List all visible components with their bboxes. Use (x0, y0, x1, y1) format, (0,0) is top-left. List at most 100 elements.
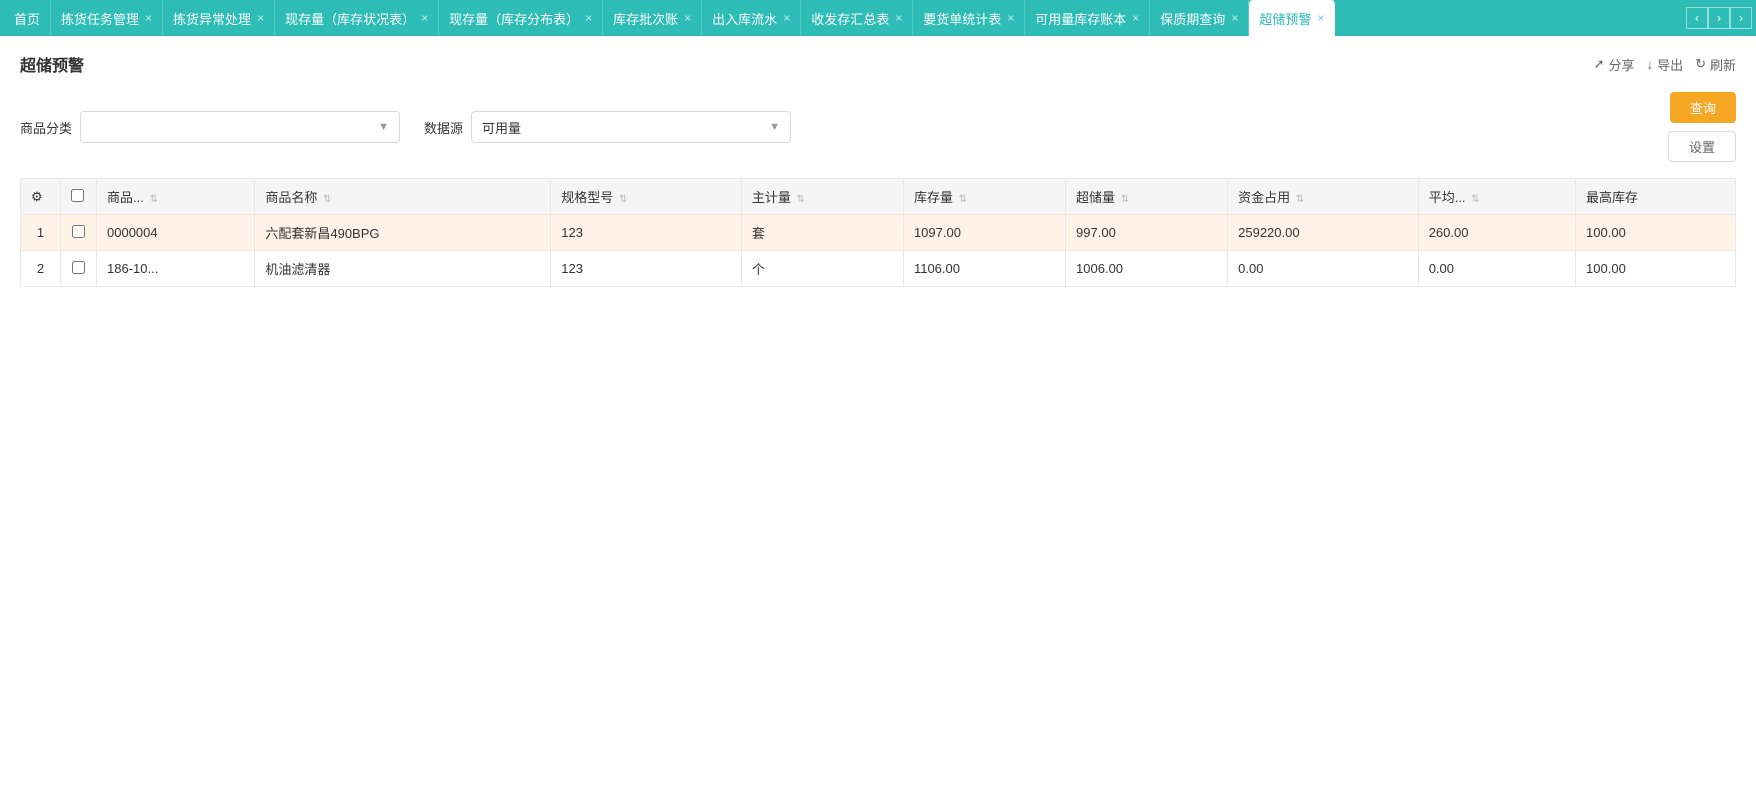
nav-tab-batch[interactable]: 库存批次账 × (603, 0, 702, 36)
th-overstock[interactable]: 超储量 ⇅ (1066, 179, 1228, 215)
nav-tab-exception[interactable]: 拣货异常处理 × (163, 0, 275, 36)
nav-tab-available[interactable]: 可用量库存账本 × (1025, 0, 1150, 36)
th-product-code[interactable]: 商品... ⇅ (97, 179, 255, 215)
th-unit[interactable]: 主计量 ⇅ (741, 179, 903, 215)
cell-overstock: 1006.00 (1066, 251, 1228, 287)
datasource-label: 数据源 (424, 118, 463, 137)
sort-icon: ⇅ (1296, 194, 1304, 205)
close-icon[interactable]: × (585, 11, 592, 25)
close-icon[interactable]: × (145, 11, 152, 25)
sort-icon: ⇅ (1121, 194, 1129, 205)
chevron-down-icon: ▼ (769, 121, 780, 133)
nav-more-button[interactable]: › (1730, 7, 1752, 29)
row-checkbox[interactable] (72, 225, 85, 238)
datasource-filter: 数据源 可用量 ▼ (424, 111, 791, 143)
sort-icon: ⇅ (149, 194, 157, 205)
refresh-button[interactable]: ↻ 刷新 (1695, 55, 1736, 74)
th-spec[interactable]: 规格型号 ⇅ (551, 179, 742, 215)
cell-unit: 套 (741, 215, 903, 251)
cell-product-code: 0000004 (97, 215, 255, 251)
cell-avg: 0.00 (1418, 251, 1575, 287)
select-all-checkbox[interactable] (71, 189, 84, 202)
nav-tab-summary[interactable]: 收发存汇总表 × (801, 0, 913, 36)
category-filter: 商品分类 ▼ (20, 111, 400, 143)
row-checkbox-cell[interactable] (61, 251, 97, 287)
th-stock[interactable]: 库存量 ⇅ (903, 179, 1065, 215)
nav-tab-task[interactable]: 拣货任务管理 × (51, 0, 163, 36)
nav-tab-stock-dist[interactable]: 现存量（库存分布表） × (439, 0, 603, 36)
cell-product-code: 186-10... (97, 251, 255, 287)
cell-max-stock: 100.00 (1576, 215, 1736, 251)
page-title: 超储预警 (20, 52, 84, 76)
row-index: 1 (21, 215, 61, 251)
refresh-icon: ↻ (1695, 56, 1706, 72)
cell-product-name: 机油滤清器 (255, 251, 551, 287)
row-checkbox-cell[interactable] (61, 215, 97, 251)
nav-tab-stock-status[interactable]: 现存量（库存状况表） × (275, 0, 439, 36)
th-product-name[interactable]: 商品名称 ⇅ (255, 179, 551, 215)
th-capital[interactable]: 资金占用 ⇅ (1228, 179, 1419, 215)
nav-next-button[interactable]: › (1708, 7, 1730, 29)
sort-icon: ⇅ (1471, 194, 1479, 205)
top-nav: 首页 拣货任务管理 × 拣货异常处理 × 现存量（库存状况表） × 现存量（库存… (0, 0, 1756, 36)
export-button[interactable]: ↓ 导出 (1647, 55, 1684, 74)
cell-capital: 0.00 (1228, 251, 1419, 287)
category-label: 商品分类 (20, 118, 72, 137)
close-icon[interactable]: × (684, 11, 691, 25)
export-icon: ↓ (1647, 57, 1654, 72)
cell-spec: 123 (551, 251, 742, 287)
page-actions: ➚ 分享 ↓ 导出 ↻ 刷新 (1594, 55, 1736, 74)
category-select[interactable]: ▼ (80, 111, 400, 143)
nav-tab-home[interactable]: 首页 (4, 0, 51, 36)
cell-spec: 123 (551, 215, 742, 251)
row-index: 2 (21, 251, 61, 287)
sort-icon: ⇅ (959, 194, 967, 205)
cell-stock: 1097.00 (903, 215, 1065, 251)
close-icon[interactable]: × (783, 11, 790, 25)
sort-icon: ⇅ (323, 194, 331, 205)
cell-overstock: 997.00 (1066, 215, 1228, 251)
settings-button[interactable]: 设置 (1668, 131, 1736, 162)
data-table: ⚙ 商品... ⇅ 商品名称 ⇅ 规格型号 ⇅ 主计量 (20, 178, 1736, 287)
gear-icon: ⚙ (31, 189, 43, 204)
cell-unit: 个 (741, 251, 903, 287)
datasource-select[interactable]: 可用量 ▼ (471, 111, 791, 143)
nav-arrows: ‹ › › (1686, 7, 1752, 29)
nav-tab-quality[interactable]: 保质期查询 × (1150, 0, 1249, 36)
query-button[interactable]: 查询 (1670, 92, 1736, 123)
nav-prev-button[interactable]: ‹ (1686, 7, 1708, 29)
nav-tab-demand[interactable]: 要货单统计表 × (913, 0, 1025, 36)
cell-stock: 1106.00 (903, 251, 1065, 287)
sort-icon: ⇅ (797, 194, 805, 205)
close-icon[interactable]: × (895, 11, 902, 25)
close-icon[interactable]: × (1007, 11, 1014, 25)
action-buttons: 查询 设置 (1668, 92, 1736, 162)
close-icon[interactable]: × (421, 11, 428, 25)
nav-tab-flow[interactable]: 出入库流水 × (702, 0, 801, 36)
table-header-row: ⚙ 商品... ⇅ 商品名称 ⇅ 规格型号 ⇅ 主计量 (21, 179, 1736, 215)
page-container: 超储预警 ➚ 分享 ↓ 导出 ↻ 刷新 商品分类 ▼ (0, 36, 1756, 303)
th-avg[interactable]: 平均... ⇅ (1418, 179, 1575, 215)
close-icon[interactable]: × (1132, 11, 1139, 25)
chevron-down-icon: ▼ (378, 121, 389, 133)
cell-product-name: 六配套新昌490BPG (255, 215, 551, 251)
sort-icon: ⇅ (619, 194, 627, 205)
close-icon[interactable]: × (1231, 11, 1238, 25)
share-button[interactable]: ➚ 分享 (1594, 55, 1635, 74)
close-icon[interactable]: × (257, 11, 264, 25)
th-gear[interactable]: ⚙ (21, 179, 61, 215)
cell-max-stock: 100.00 (1576, 251, 1736, 287)
filter-section: 商品分类 ▼ 数据源 可用量 ▼ (20, 111, 1652, 143)
table-row: 1 0000004 六配套新昌490BPG 123 套 1097.00 997.… (21, 215, 1736, 251)
share-icon: ➚ (1594, 56, 1605, 72)
close-icon[interactable]: × (1317, 11, 1324, 25)
cell-avg: 260.00 (1418, 215, 1575, 251)
th-checkbox (61, 179, 97, 215)
table-row: 2 186-10... 机油滤清器 123 个 1106.00 1006.00 … (21, 251, 1736, 287)
datasource-value: 可用量 (482, 118, 521, 137)
filter-row: 商品分类 ▼ 数据源 可用量 ▼ 查询 设置 (20, 92, 1736, 162)
page-title-row: 超储预警 ➚ 分享 ↓ 导出 ↻ 刷新 (20, 52, 1736, 76)
nav-tab-overstock[interactable]: 超储预警 × (1249, 0, 1335, 36)
th-max-stock: 最高库存 (1576, 179, 1736, 215)
row-checkbox[interactable] (72, 261, 85, 274)
